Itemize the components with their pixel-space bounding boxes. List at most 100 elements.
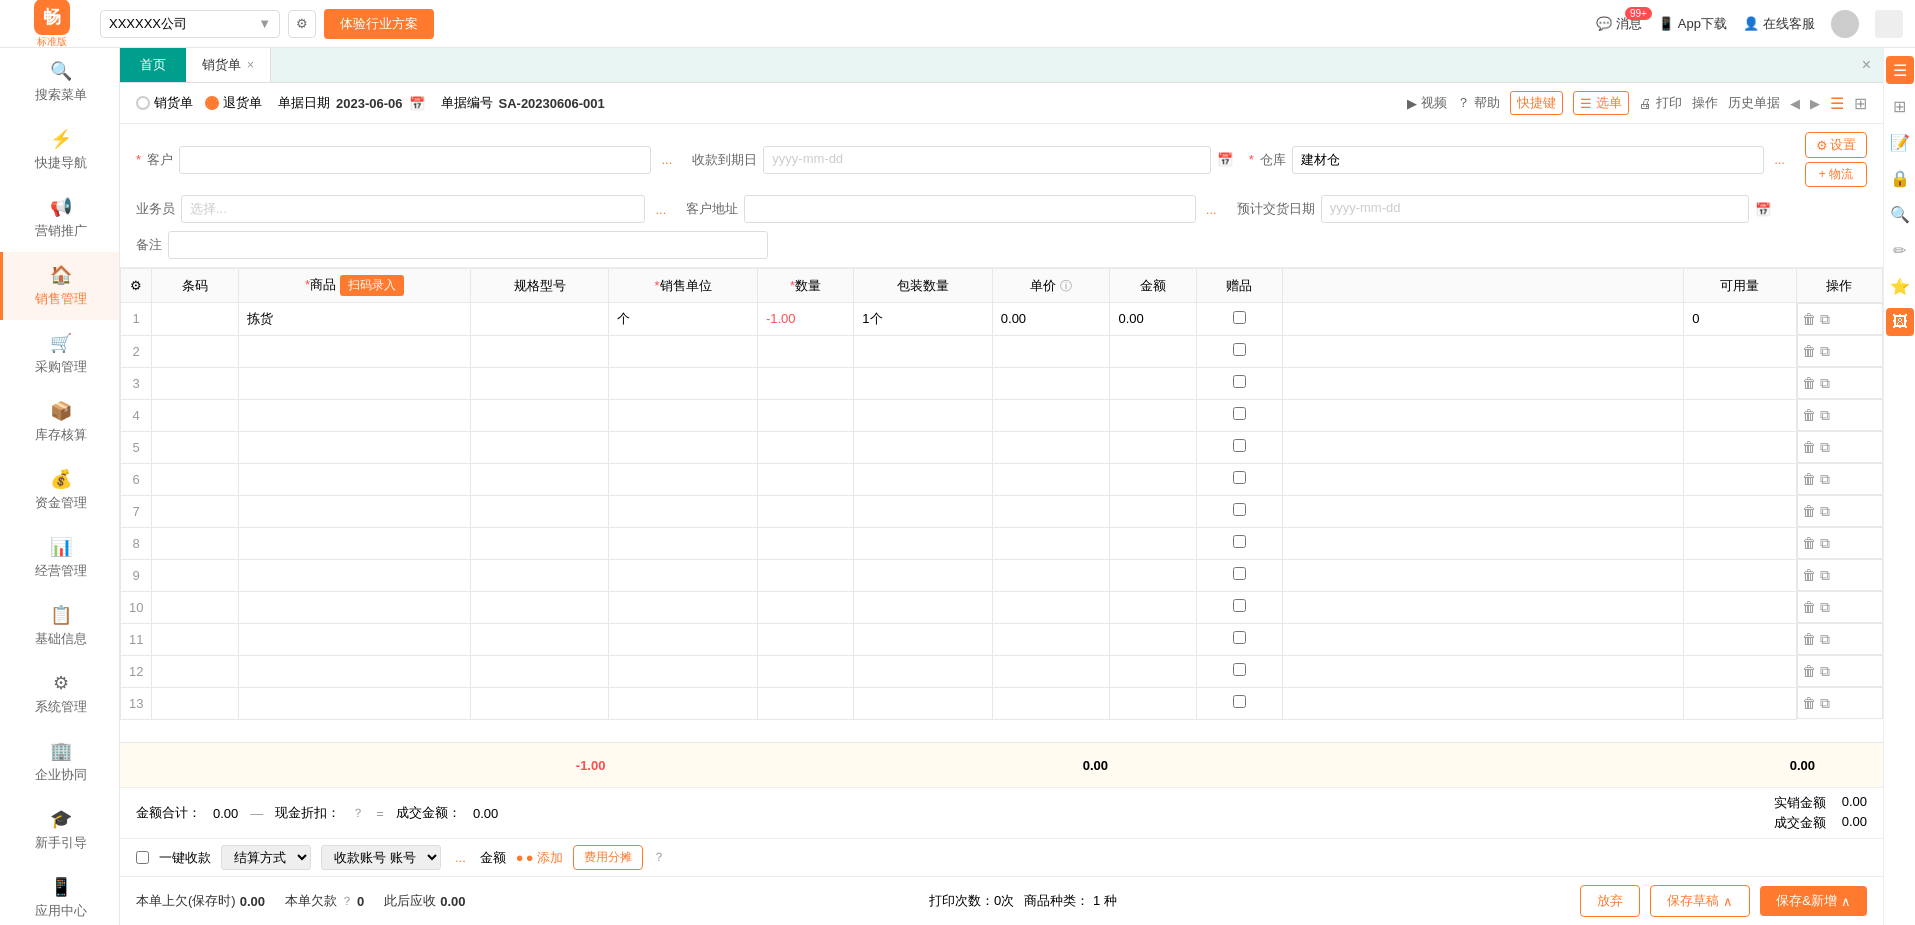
row-quantity[interactable] [757,399,853,431]
video-button[interactable]: ▶ 视频 [1407,94,1447,112]
row-unit-price[interactable] [992,335,1110,367]
row-gift[interactable] [1196,367,1282,399]
row-unit-price[interactable] [992,591,1110,623]
row-spec[interactable] [470,431,608,463]
row-copy-button[interactable]: ⧉ [1820,535,1830,552]
receipt-date-calendar-icon[interactable]: 📅 [1217,152,1233,167]
row-barcode[interactable] [152,367,238,399]
row-barcode[interactable] [152,655,238,687]
user-menu[interactable] [1875,10,1903,38]
row-quantity[interactable] [757,655,853,687]
row-barcode[interactable] [152,591,238,623]
row-unit-price[interactable] [992,655,1110,687]
row-quantity[interactable] [757,591,853,623]
row-product[interactable] [238,431,470,463]
row-unit[interactable] [609,431,758,463]
radio-return-order[interactable]: 退货单 [205,94,262,112]
view-list-icon[interactable]: ☰ [1830,94,1844,113]
row-barcode[interactable] [152,303,238,336]
row-amount[interactable] [1110,431,1196,463]
row-quantity[interactable] [757,335,853,367]
row-unit[interactable] [609,559,758,591]
row-delete-button[interactable]: 🗑 [1802,375,1816,391]
row-spec[interactable] [470,559,608,591]
row-unit[interactable] [609,623,758,655]
row-quantity[interactable] [757,495,853,527]
customer-address-input[interactable] [744,195,1195,223]
row-unit-price[interactable]: 0.00 [992,303,1110,336]
col-settings[interactable]: ⚙ [121,269,152,303]
row-unit-price[interactable] [992,367,1110,399]
row-spec[interactable] [470,591,608,623]
discard-button[interactable]: 放弃 [1580,885,1640,917]
row-gift[interactable] [1196,591,1282,623]
print-button[interactable]: 🖨 打印 [1639,94,1682,112]
salesperson-ellipsis[interactable]: ... [651,202,670,217]
select-order-button[interactable]: ☰ 选单 [1573,91,1629,115]
tab-sales-order[interactable]: 销货单 × [186,48,271,82]
row-amount[interactable] [1110,399,1196,431]
shortcut-button[interactable]: 快捷键 [1510,91,1563,115]
row-quantity[interactable] [757,559,853,591]
row-amount[interactable] [1110,367,1196,399]
nav-prev-icon[interactable]: ◀ [1790,96,1800,111]
right-panel-edit-btn[interactable]: ✏ [1886,236,1914,264]
row-unit[interactable] [609,399,758,431]
row-gift[interactable] [1196,687,1282,719]
row-quantity[interactable]: -1.00 [757,303,853,336]
row-copy-button[interactable]: ⧉ [1820,471,1830,488]
remarks-input[interactable] [168,231,768,259]
row-gift[interactable] [1196,559,1282,591]
radio-sales-order[interactable]: 销货单 [136,94,193,112]
row-copy-button[interactable]: ⧉ [1820,567,1830,584]
row-spec[interactable] [470,399,608,431]
save-new-button[interactable]: 保存&新增 ∧ [1760,886,1867,916]
settings-btn[interactable]: ⚙ 设置 [1805,132,1867,158]
sidebar-item-search[interactable]: 🔍 搜索菜单 [0,48,119,116]
right-panel-grid-btn[interactable]: ⊞ [1886,92,1914,120]
row-unit-price[interactable] [992,687,1110,719]
row-copy-button[interactable]: ⧉ [1820,599,1830,616]
row-copy-button[interactable]: ⧉ [1820,631,1830,648]
row-unit[interactable] [609,463,758,495]
row-spec[interactable] [470,687,608,719]
right-panel-lock-btn[interactable]: 🔒 [1886,164,1914,192]
right-panel-search-btn[interactable]: 🔍 [1886,200,1914,228]
row-unit[interactable] [609,335,758,367]
sidebar-item-marketing[interactable]: 📢 营销推广 [0,184,119,252]
row-barcode[interactable] [152,623,238,655]
row-gift[interactable] [1196,623,1282,655]
row-spec[interactable] [470,335,608,367]
row-barcode[interactable] [152,335,238,367]
warehouse-input[interactable]: 建材仓 [1292,146,1764,174]
add-payment-button[interactable]: ● ● 添加 [516,849,563,867]
row-product[interactable] [238,335,470,367]
discount-info-icon[interactable]: ？ [352,805,364,822]
right-panel-star-btn[interactable]: ⭐ [1886,272,1914,300]
row-quantity[interactable] [757,463,853,495]
row-unit-price[interactable] [992,623,1110,655]
row-amount[interactable] [1110,687,1196,719]
fee-split-info-icon[interactable]: ？ [653,849,665,866]
help-button[interactable]: ？ 帮助 [1457,94,1500,112]
customer-ellipsis[interactable]: ... [657,152,676,167]
row-unit-price[interactable] [992,431,1110,463]
logistics-btn[interactable]: + 物流 [1805,162,1867,187]
row-delete-button[interactable]: 🗑 [1802,567,1816,583]
row-delete-button[interactable]: 🗑 [1802,631,1816,647]
row-amount[interactable]: 0.00 [1110,303,1196,336]
settlement-method-select[interactable]: 结算方式 [221,845,311,870]
sidebar-item-finance[interactable]: 💰 资金管理 [0,456,119,524]
row-amount[interactable] [1110,655,1196,687]
row-product[interactable] [238,559,470,591]
row-gift[interactable] [1196,495,1282,527]
date-calendar-icon[interactable]: 📅 [409,96,425,111]
sidebar-item-newbie[interactable]: 🎓 新手引导 [0,796,119,864]
row-package-qty[interactable] [854,463,992,495]
customer-input[interactable] [179,146,651,174]
row-package-qty[interactable]: 1个 [854,303,992,336]
row-unit[interactable] [609,591,758,623]
fee-split-button[interactable]: 费用分摊 [573,845,643,870]
row-unit-price[interactable] [992,495,1110,527]
row-package-qty[interactable] [854,591,992,623]
